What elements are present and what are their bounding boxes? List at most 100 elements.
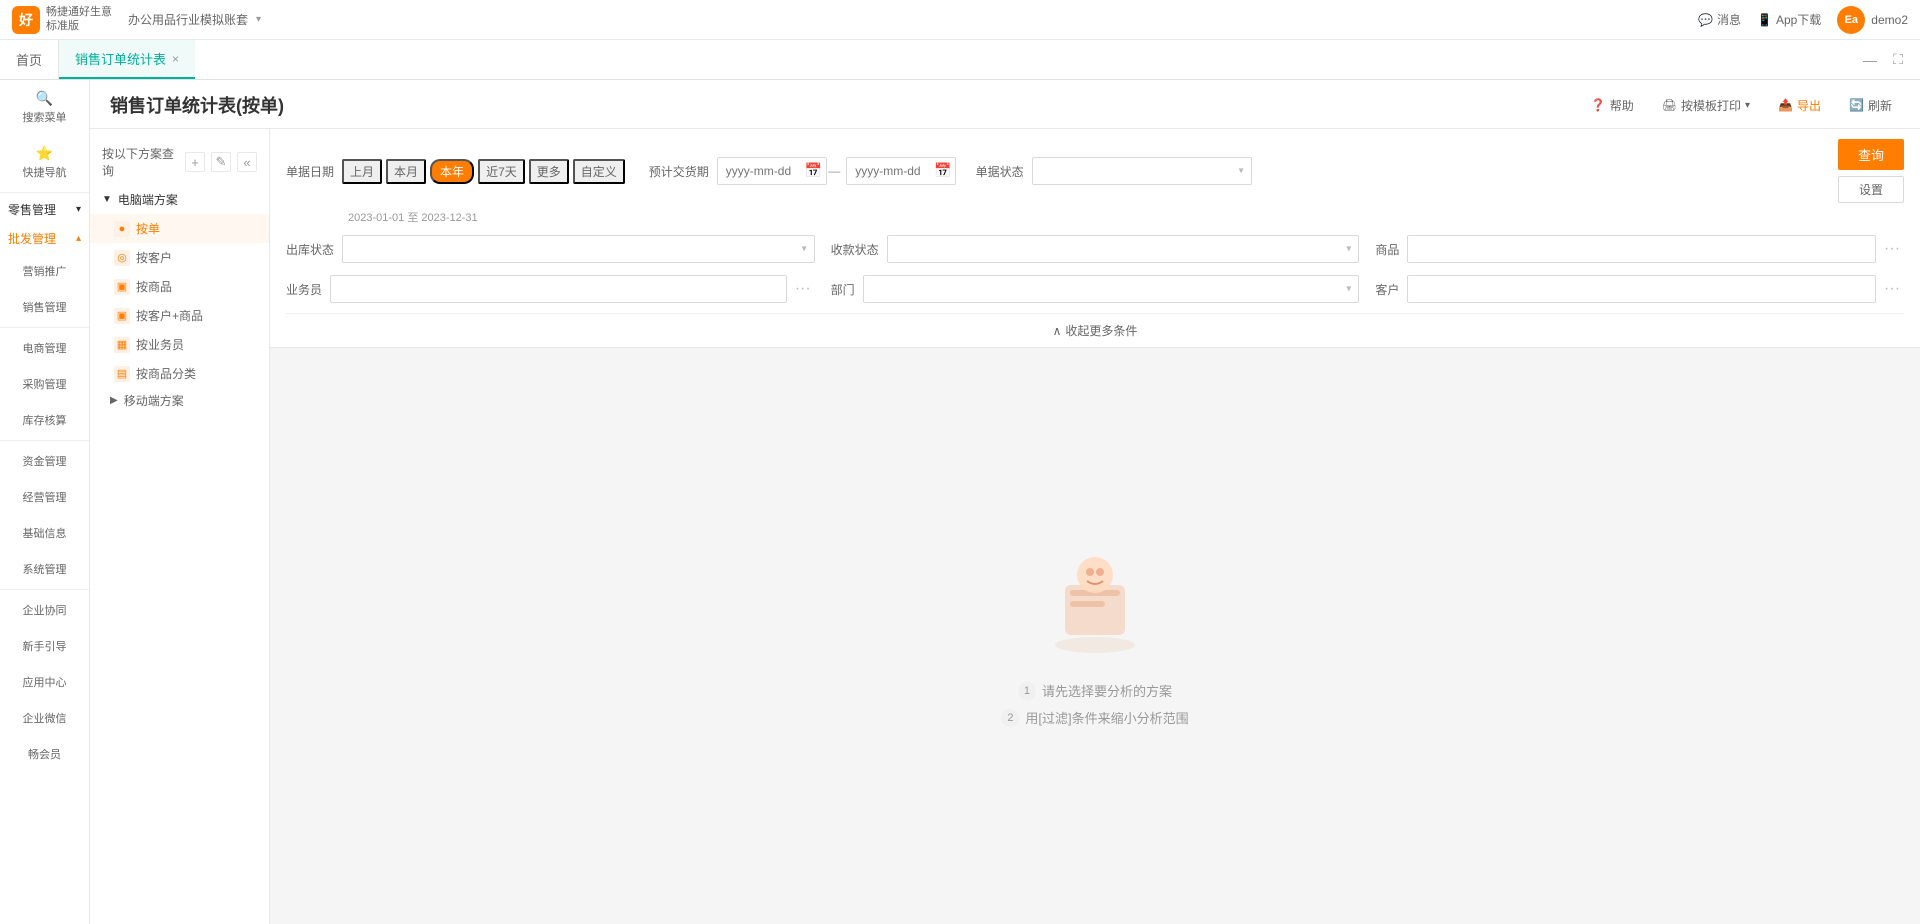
last-month-btn[interactable]: 上月 bbox=[342, 159, 382, 184]
sidebar: 🔍 搜索菜单 ⭐ 快捷导航 零售管理 ▾ 批发管理 ▴ 营销推广 销售管理 电商… bbox=[0, 80, 90, 924]
sidebar-item-finance[interactable]: 资金管理 bbox=[0, 443, 89, 479]
breadcrumb-title: 办公用品行业模拟账套 bbox=[128, 11, 248, 28]
expected-delivery-group: 预计交货期 📅 — 📅 bbox=[649, 157, 952, 185]
salesperson-input[interactable] bbox=[330, 275, 787, 303]
this-year-btn[interactable]: 本年 bbox=[430, 159, 474, 184]
bill-status-select[interactable] bbox=[1032, 157, 1252, 185]
department-select-wrap: ▾ bbox=[863, 275, 1360, 303]
sidebar-item-purchase[interactable]: 采购管理 bbox=[0, 366, 89, 402]
app-download-button[interactable]: 📱 App下载 bbox=[1757, 11, 1821, 28]
refresh-icon: 🔄 bbox=[1849, 98, 1864, 112]
panel-section-desktop[interactable]: ▼ 电脑端方案 bbox=[90, 185, 269, 214]
sidebar-item-inventory[interactable]: 库存核算 bbox=[0, 402, 89, 438]
filter-and-content: 单据日期 上月 本月 本年 近7天 更多 自定义 预计交货期 📅 bbox=[270, 129, 1920, 924]
empty-illustration bbox=[1035, 545, 1155, 665]
topbar: 好 畅捷通好生意 标准版 办公用品行业模拟账套 ▾ 💬 消息 📱 App下载 E… bbox=[0, 0, 1920, 40]
sidebar-item-enterprise[interactable]: 企业协同 bbox=[0, 592, 89, 628]
sidebar-divider-2 bbox=[0, 327, 89, 328]
sidebar-item-ecommerce[interactable]: 电商管理 bbox=[0, 330, 89, 366]
out-status-select[interactable] bbox=[342, 235, 815, 263]
collapse-arrow-icon: ∧ bbox=[1053, 324, 1062, 338]
minimize-button[interactable]: — bbox=[1860, 50, 1880, 70]
sidebar-item-member[interactable]: 畅会员 bbox=[0, 736, 89, 772]
sidebar-item-sales[interactable]: 销售管理 bbox=[0, 289, 89, 325]
user-profile[interactable]: Ea demo2 bbox=[1837, 6, 1908, 34]
sidebar-item-operations[interactable]: 经营管理 bbox=[0, 479, 89, 515]
sidebar-item-quicknav[interactable]: ⭐ 快捷导航 bbox=[0, 135, 89, 190]
refresh-button[interactable]: 🔄 刷新 bbox=[1841, 93, 1900, 118]
payment-status-select[interactable] bbox=[887, 235, 1360, 263]
custom-date-btn[interactable]: 自定义 bbox=[573, 159, 625, 184]
calendar-icon-2[interactable]: 📅 bbox=[934, 162, 951, 179]
page-actions: ❓ 帮助 🖨 按模板打印 ▾ 📤 导出 🔄 刷新 bbox=[1583, 93, 1900, 118]
right-area: 销售订单统计表(按单) ❓ 帮助 🖨 按模板打印 ▾ 📤 导出 bbox=[90, 80, 1920, 924]
department-label: 部门 bbox=[831, 281, 855, 298]
sidebar-item-newbie[interactable]: 新手引导 bbox=[0, 628, 89, 664]
sidebar-item-marketing[interactable]: 营销推广 bbox=[0, 253, 89, 289]
sidebar-item-wechat[interactable]: 企业微信 bbox=[0, 700, 89, 736]
panel-section-mobile[interactable]: ▶ 移动端方案 bbox=[90, 388, 269, 413]
salesperson-ellipsis-icon[interactable]: ··· bbox=[791, 280, 815, 298]
help-button[interactable]: ❓ 帮助 bbox=[1583, 93, 1642, 118]
sidebar-item-retail[interactable]: 零售管理 ▾ bbox=[0, 195, 89, 224]
customer-input[interactable] bbox=[1407, 275, 1876, 303]
tabbar: 首页 销售订单统计表 × — ⛶ bbox=[0, 40, 1920, 80]
goods-input[interactable] bbox=[1407, 235, 1876, 263]
tab-home[interactable]: 首页 bbox=[0, 40, 59, 79]
section-arrow-down: ▼ bbox=[102, 194, 112, 205]
template-print-button[interactable]: 🖨 按模板打印 ▾ bbox=[1654, 93, 1758, 118]
left-panel-header: 按以下方案查询 + ✎ « bbox=[90, 139, 269, 185]
this-month-btn[interactable]: 本月 bbox=[386, 159, 426, 184]
customer-input-wrap bbox=[1407, 275, 1876, 303]
breadcrumb-dropdown-icon[interactable]: ▾ bbox=[256, 14, 261, 25]
left-panel: 按以下方案查询 + ✎ « ▼ 电脑端方案 ● 按单 ◎ bbox=[90, 129, 270, 924]
sidebar-item-wholesale[interactable]: 批发管理 ▴ bbox=[0, 224, 89, 253]
panel-item-by-salesperson[interactable]: ▦ 按业务员 bbox=[90, 330, 269, 359]
export-button[interactable]: 📤 导出 bbox=[1770, 93, 1829, 118]
panel-item-by-order[interactable]: ● 按单 bbox=[90, 214, 269, 243]
edit-scheme-button[interactable]: ✎ bbox=[211, 152, 231, 172]
by-goods-icon: ▣ bbox=[114, 279, 130, 295]
salesperson-label: 业务员 bbox=[286, 281, 322, 298]
collapse-button[interactable]: ∧ 收起更多条件 bbox=[286, 313, 1904, 347]
salesperson-group: 业务员 ··· bbox=[286, 275, 815, 303]
panel-item-by-customer[interactable]: ◎ 按客户 bbox=[90, 243, 269, 272]
panel-item-by-category[interactable]: ▤ 按商品分类 bbox=[90, 359, 269, 388]
panel-item-by-goods[interactable]: ▣ 按商品 bbox=[90, 272, 269, 301]
department-select[interactable] bbox=[863, 275, 1360, 303]
sidebar-item-appcenter[interactable]: 应用中心 bbox=[0, 664, 89, 700]
main-layout: 🔍 搜索菜单 ⭐ 快捷导航 零售管理 ▾ 批发管理 ▴ 营销推广 销售管理 电商… bbox=[0, 80, 1920, 924]
customer-ellipsis-icon[interactable]: ··· bbox=[1880, 280, 1904, 298]
message-button[interactable]: 💬 消息 bbox=[1698, 11, 1741, 28]
query-button[interactable]: 查询 bbox=[1838, 139, 1904, 170]
maximize-button[interactable]: ⛶ bbox=[1888, 50, 1908, 70]
more-date-btn[interactable]: 更多 bbox=[529, 159, 569, 184]
last-7-days-btn[interactable]: 近7天 bbox=[478, 159, 525, 184]
logo-text: 畅捷通好生意 标准版 bbox=[46, 6, 112, 32]
tab-close-icon[interactable]: × bbox=[172, 52, 179, 66]
section-mobile-arrow: ▶ bbox=[110, 395, 118, 406]
panel-item-by-customer-goods[interactable]: ▣ 按客户+商品 bbox=[90, 301, 269, 330]
sidebar-item-system[interactable]: 系统管理 bbox=[0, 551, 89, 587]
payment-status-group: 收款状态 ▾ bbox=[831, 235, 1360, 263]
goods-ellipsis-icon[interactable]: ··· bbox=[1880, 240, 1904, 258]
setting-button[interactable]: 设置 bbox=[1838, 176, 1904, 203]
calendar-icon-1[interactable]: 📅 bbox=[805, 162, 822, 179]
page-title-row: 销售订单统计表(按单) ❓ 帮助 🖨 按模板打印 ▾ 📤 导出 bbox=[110, 92, 1900, 118]
message-icon: 💬 bbox=[1698, 13, 1713, 27]
help-icon: ❓ bbox=[1591, 98, 1606, 112]
tab-active[interactable]: 销售订单统计表 × bbox=[59, 40, 195, 79]
collapse-panel-button[interactable]: « bbox=[237, 152, 257, 172]
bill-status-label: 单据状态 bbox=[976, 163, 1024, 180]
out-status-label: 出库状态 bbox=[286, 241, 334, 258]
page-title: 销售订单统计表(按单) bbox=[110, 92, 284, 118]
filter-area: 单据日期 上月 本月 本年 近7天 更多 自定义 预计交货期 📅 bbox=[270, 129, 1920, 348]
filter-row-3: 业务员 ··· 部门 ▾ bbox=[286, 269, 1904, 313]
tabbar-actions: — ⛶ bbox=[1860, 50, 1920, 70]
sidebar-item-search[interactable]: 🔍 搜索菜单 bbox=[0, 80, 89, 135]
add-scheme-button[interactable]: + bbox=[185, 152, 205, 172]
empty-state: 1 请先选择要分析的方案 2 用[过滤]条件来缩小分析范围 bbox=[270, 348, 1920, 924]
expected-delivery-label: 预计交货期 bbox=[649, 163, 709, 180]
sidebar-item-basics[interactable]: 基础信息 bbox=[0, 515, 89, 551]
left-panel-title: 按以下方案查询 bbox=[102, 145, 185, 179]
